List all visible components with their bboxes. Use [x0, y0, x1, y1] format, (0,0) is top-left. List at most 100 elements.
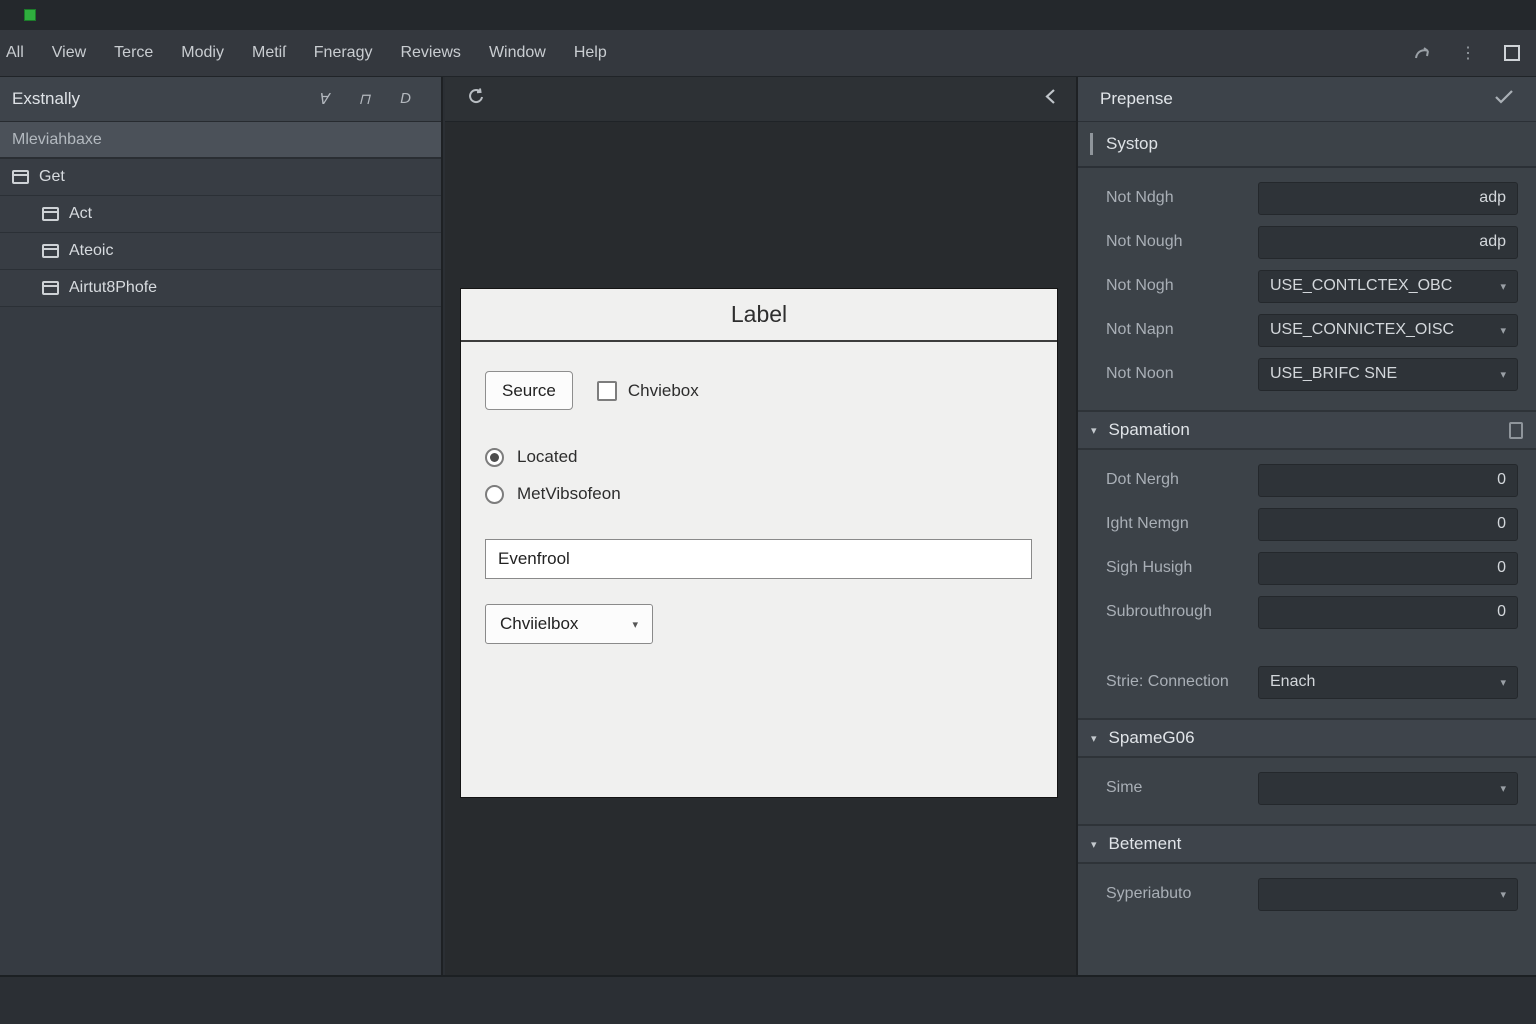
property-label: Sime [1106, 779, 1143, 796]
property-input[interactable]: 0 [1258, 595, 1518, 629]
text-input-value: Evenfrool [498, 549, 570, 568]
menu-item-fneragy[interactable]: Fneragy [300, 30, 387, 76]
property-value: 0 [1497, 471, 1506, 488]
property-row: Dot Nergh 0 [1078, 458, 1536, 502]
chevron-down-icon: ▾ [632, 618, 638, 631]
property-dropdown[interactable]: USE_CONNICTEX_OISC ▾ [1258, 313, 1518, 347]
chevron-down-icon: ▾ [1091, 424, 1097, 437]
property-value: 0 [1497, 515, 1506, 532]
tree-item-act[interactable]: Act [0, 196, 441, 233]
tree-filter-input[interactable]: Mleviahbaxe [0, 122, 441, 159]
explorer-header: Exstnally Ɐ ⊓ D [0, 77, 441, 122]
app-window: { "window": { "indicator_color": "#2fae3… [0, 0, 1536, 1024]
tree-item-label: Airtut8Phofe [69, 279, 158, 296]
tree-item-label: Act [69, 205, 93, 222]
property-input[interactable]: adp [1258, 225, 1518, 259]
menu-item-reviews[interactable]: Reviews [386, 30, 474, 76]
section-header-systop[interactable]: Systop [1078, 122, 1536, 168]
property-input[interactable]: 0 [1258, 463, 1518, 497]
checkbox-icon [596, 380, 617, 401]
chevron-down-icon: ▾ [1091, 838, 1097, 851]
property-input[interactable]: adp [1258, 181, 1518, 215]
window-icon [12, 170, 29, 184]
tree-item-label: Get [39, 168, 65, 185]
design-canvas: Label Seurce Chviebox Located MetVibsofe… [445, 77, 1076, 975]
tree-item-root[interactable]: Get [0, 159, 441, 196]
property-label: Not Nough [1106, 233, 1183, 250]
tree-filter-text: Mleviahbaxe [12, 130, 102, 148]
preview-dropdown[interactable]: Chviielbox ▾ [485, 604, 653, 644]
property-dropdown[interactable]: USE_BRIFC SNE ▾ [1258, 357, 1518, 391]
collapse-chevron-icon[interactable] [1045, 88, 1056, 110]
property-label: Ight Nemgn [1106, 515, 1189, 532]
filter-icon[interactable]: ⊓ [358, 90, 370, 108]
property-input[interactable]: 0 [1258, 551, 1518, 585]
menu-item-view[interactable]: View [38, 30, 100, 76]
section-header-spame606[interactable]: ▾ SpameG06 [1078, 718, 1536, 758]
tree-item-ateoic[interactable]: Ateoic [0, 233, 441, 270]
menu-item-meti[interactable]: Metiſ [238, 30, 300, 76]
property-input[interactable]: 0 [1258, 507, 1518, 541]
property-value: 0 [1497, 559, 1506, 576]
systop-rows: Not Ndgh adp Not Nough adp Not Nogh USE_… [1078, 168, 1536, 396]
property-row: Ight Nemgn 0 [1078, 502, 1536, 546]
window-icon [42, 207, 59, 221]
section-title: Betement [1108, 834, 1182, 853]
radio-label: Located [517, 447, 578, 466]
redo-arrow-icon[interactable] [1414, 45, 1432, 61]
preview-button[interactable]: Seurce [485, 371, 573, 410]
preview-radio-metvibsofeon[interactable]: MetVibsofeon [485, 484, 1033, 504]
explorer-panel: Exstnally Ɐ ⊓ D Mleviahbaxe Get Act Ateo… [0, 77, 443, 975]
property-row: Not Napn USE_CONNICTEX_OISC ▾ [1078, 308, 1536, 352]
chevron-down-icon: ▾ [1500, 676, 1506, 689]
radio-unselected-icon [485, 484, 504, 504]
property-value: USE_BRIFC SNE [1270, 365, 1398, 382]
property-row: Sime ▾ [1078, 766, 1536, 810]
window-icon [42, 244, 59, 258]
form-preview: Label Seurce Chviebox Located MetVibsofe… [460, 288, 1058, 798]
section-header-betement[interactable]: ▾ Betement [1078, 824, 1536, 864]
chevron-down-icon: ▾ [1500, 324, 1506, 337]
property-row: Not Noon USE_BRIFC SNE ▾ [1078, 352, 1536, 396]
property-dropdown[interactable]: USE_CONTLCTEX_OBC ▾ [1258, 269, 1518, 303]
property-label: Not Nogh [1106, 277, 1174, 294]
radio-label: MetVibsofeon [517, 484, 621, 503]
checkbox-label: Chviebox [627, 380, 699, 400]
property-dropdown[interactable]: ▾ [1258, 877, 1518, 911]
property-row: Not Nough adp [1078, 220, 1536, 264]
property-value: USE_CONTLCTEX_OBC [1270, 277, 1453, 294]
preview-checkbox[interactable]: Chviebox [596, 380, 699, 401]
cursor-bar-icon [1090, 133, 1093, 155]
spame606-rows: Sime ▾ [1078, 758, 1536, 810]
title-bar [0, 0, 1536, 30]
menu-item-modiy[interactable]: Modiy [167, 30, 238, 76]
sort-icon[interactable]: Ɐ [318, 90, 328, 108]
property-row: Syperiabuto ▾ [1078, 872, 1536, 916]
section-header-spamation[interactable]: ▾ Spamation [1078, 410, 1536, 450]
property-value: adp [1479, 233, 1506, 250]
menu-item-terce[interactable]: Terce [100, 30, 167, 76]
property-dropdown[interactable]: Enach ▾ [1258, 665, 1518, 699]
menu-item-window[interactable]: Window [475, 30, 560, 76]
property-value: adp [1479, 189, 1506, 206]
menu-item-all[interactable]: All [0, 30, 38, 76]
menu-item-help[interactable]: Help [560, 30, 621, 76]
refresh-icon[interactable] [467, 87, 486, 112]
property-row: Strie: Connection Enach ▾ [1078, 660, 1536, 704]
kebab-menu-icon[interactable]: ⋮ [1460, 43, 1476, 63]
document-icon[interactable] [1509, 421, 1523, 439]
tree-item-label: Ateoic [69, 242, 114, 259]
properties-title: Prepense [1100, 89, 1173, 108]
tree-item-airtut8phofe[interactable]: Airtut8Phofe [0, 270, 441, 307]
property-label: Not Ndgh [1106, 189, 1174, 206]
section-title: Spamation [1108, 420, 1190, 439]
property-label: Not Napn [1106, 321, 1174, 338]
check-icon[interactable] [1494, 89, 1514, 109]
property-label: Syperiabuto [1106, 885, 1192, 902]
preview-text-input[interactable]: Evenfrool [485, 539, 1032, 579]
property-label: Dot Nergh [1106, 471, 1179, 488]
preview-radio-located[interactable]: Located [485, 447, 1033, 467]
property-dropdown[interactable]: ▾ [1258, 771, 1518, 805]
maximize-icon[interactable] [1504, 45, 1520, 61]
detach-icon[interactable]: D [400, 90, 411, 108]
